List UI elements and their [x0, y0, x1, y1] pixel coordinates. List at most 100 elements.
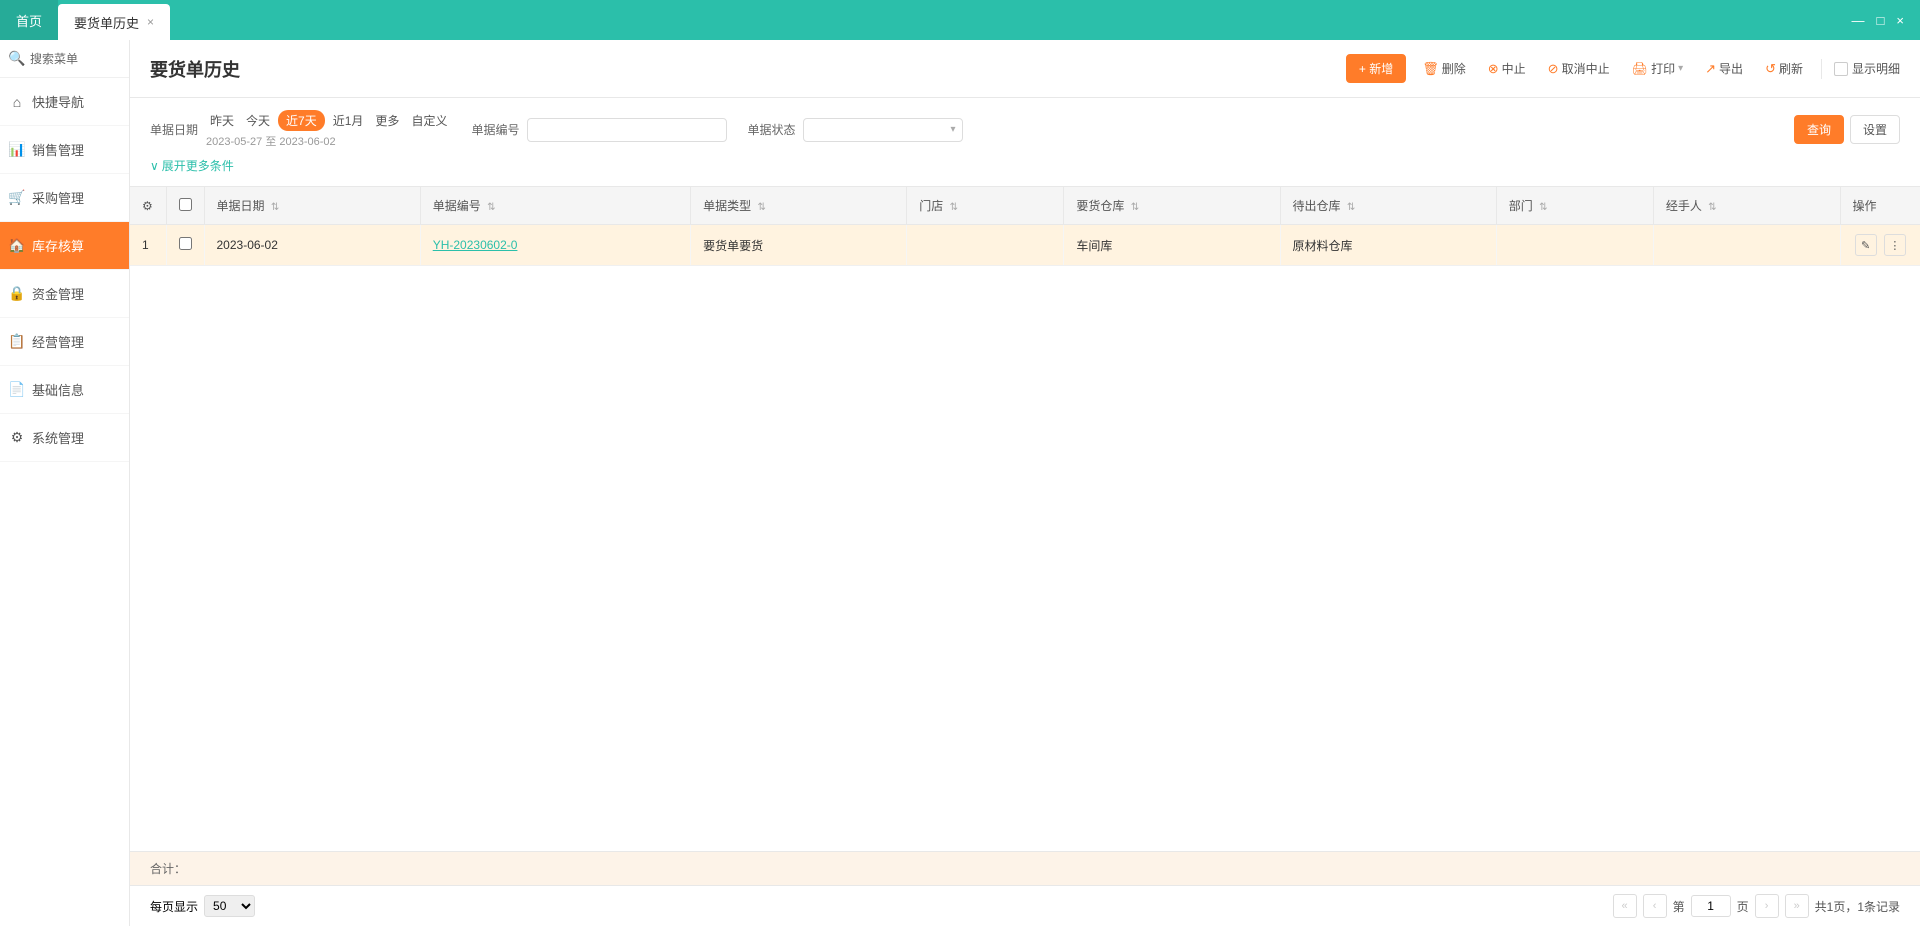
sidebar-item-purchase-mgmt[interactable]: 🛒 采购管理	[0, 174, 129, 222]
tab-home[interactable]: 首页	[0, 0, 58, 40]
sort-dept-icon[interactable]: ⇅	[1539, 202, 1547, 213]
clipboard-icon: 📋	[8, 333, 26, 350]
date-btn-1month[interactable]: 近1月	[329, 111, 368, 130]
row-checkbox[interactable]	[179, 237, 192, 250]
date-btn-today[interactable]: 今天	[242, 111, 274, 130]
filter-area: 单据日期 昨天 今天 近7天 近1月 更多 自定义 2023-05-27 至 2…	[130, 98, 1920, 187]
col-dept: 部门 ⇅	[1496, 187, 1653, 225]
sidebar-item-sales-mgmt[interactable]: 📊 销售管理	[0, 126, 129, 174]
page-title-row: 要货单历史 + 新增 🗑 删除 ⊗ 中止 ⊘ 取消中止	[150, 54, 1900, 83]
print-button-label: 打印	[1651, 60, 1675, 77]
minimize-button[interactable]: —	[1852, 13, 1865, 28]
page-label-current: 第	[1673, 898, 1685, 915]
sort-doc-no-icon[interactable]: ⇅	[487, 202, 495, 213]
top-bar: 首页 要货单历史 × — □ ×	[0, 0, 1920, 40]
page-input[interactable]	[1691, 895, 1731, 917]
row-edit-button[interactable]: ✎	[1855, 234, 1877, 256]
cell-req-warehouse: 车间库	[1064, 225, 1280, 266]
date-range-display: 2023-05-27 至 2023-06-02	[206, 133, 451, 149]
date-btn-more[interactable]: 更多	[371, 111, 403, 130]
print-button[interactable]: 🖨 打印 ▾	[1626, 56, 1690, 81]
toolbar-separator	[1821, 59, 1822, 79]
docstatus-filter-select[interactable]	[803, 118, 963, 142]
docno-filter-input[interactable]	[527, 118, 727, 142]
date-btn-7days[interactable]: 近7天	[278, 110, 325, 131]
col-doc-no: 单据编号 ⇅	[420, 187, 690, 225]
sidebar-item-quick-nav[interactable]: ⌂ 快捷导航	[0, 78, 129, 126]
col-store: 门店 ⇅	[907, 187, 1064, 225]
sidebar-item-sys-mgmt[interactable]: ⚙ 系统管理	[0, 414, 129, 462]
col-doc-type: 单据类型 ⇅	[691, 187, 907, 225]
display-detail-label: 显示明细	[1852, 60, 1900, 77]
docno-filter-label: 单据编号	[471, 121, 519, 138]
suspend-icon: ⊗	[1488, 61, 1499, 77]
sort-pending-warehouse-icon[interactable]: ⇅	[1347, 202, 1355, 213]
sidebar-item-finance-mgmt[interactable]: 🔒 资金管理	[0, 270, 129, 318]
sort-req-warehouse-icon[interactable]: ⇅	[1131, 202, 1139, 213]
sidebar-item-ops-mgmt[interactable]: 📋 经营管理	[0, 318, 129, 366]
col-doc-date: 单据日期 ⇅	[204, 187, 420, 225]
col-settings[interactable]: ⚙	[130, 187, 166, 225]
sidebar-search[interactable]: 🔍 搜索菜单	[0, 40, 129, 78]
query-button-label: 查询	[1807, 121, 1831, 138]
settings-button[interactable]: 设置	[1850, 115, 1900, 144]
page-header: 要货单历史 + 新增 🗑 删除 ⊗ 中止 ⊘ 取消中止	[130, 40, 1920, 98]
first-page-button[interactable]: «	[1613, 894, 1637, 918]
page-size-select[interactable]: 50 10 20 100	[204, 895, 255, 917]
main-layout: 🔍 搜索菜单 ⌂ 快捷导航 📊 销售管理 🛒 采购管理 🏠 库存核算 🔒 资金管…	[0, 40, 1920, 926]
suspend-button[interactable]: ⊗ 中止	[1482, 56, 1532, 81]
gear-icon: ⚙	[8, 429, 26, 446]
filter-row: 单据日期 昨天 今天 近7天 近1月 更多 自定义 2023-05-27 至 2…	[150, 110, 1900, 149]
search-icon: 🔍	[8, 50, 26, 67]
cell-store	[907, 225, 1064, 266]
display-detail-toggle[interactable]: 显示明细	[1834, 60, 1900, 77]
date-shortcuts: 昨天 今天 近7天 近1月 更多 自定义 2023-05-27 至 2023-0…	[206, 110, 451, 149]
export-button-label: 导出	[1719, 60, 1743, 77]
docno-filter-group: 单据编号	[471, 118, 727, 142]
restore-button[interactable]: □	[1877, 13, 1885, 28]
expand-more-button[interactable]: ∨ 展开更多条件	[150, 157, 1900, 174]
docstatus-filter-wrap	[803, 118, 963, 142]
refresh-button[interactable]: ↺ 刷新	[1759, 56, 1809, 81]
close-button[interactable]: ×	[1896, 13, 1904, 28]
sidebar-item-inventory-calc[interactable]: 🏠 库存核算	[0, 222, 129, 270]
table-header-row: ⚙ 单据日期 ⇅ 单据编号 ⇅ 单据类型	[130, 187, 1920, 225]
query-button[interactable]: 查询	[1794, 115, 1844, 144]
page-size-label: 每页显示	[150, 898, 198, 915]
total-info: 共1页，1条记录	[1815, 898, 1900, 915]
sort-doc-date-icon[interactable]: ⇅	[271, 202, 279, 213]
page-size-area: 每页显示 50 10 20 100	[150, 895, 255, 917]
sort-doc-type-icon[interactable]: ⇅	[757, 202, 765, 213]
prev-page-button[interactable]: ‹	[1643, 894, 1667, 918]
inventory-icon: 🏠	[8, 237, 26, 254]
cart-icon: 🛒	[8, 189, 26, 206]
print-icon: 🖨	[1632, 61, 1649, 77]
sort-handler-icon[interactable]: ⇅	[1708, 202, 1716, 213]
table-body: 1 2023-06-02 YH-20230602-0 要货单要货	[130, 225, 1920, 266]
tab-close-icon[interactable]: ×	[147, 15, 154, 29]
table-row: 1 2023-06-02 YH-20230602-0 要货单要货	[130, 225, 1920, 266]
tab-requisition-history[interactable]: 要货单历史 ×	[58, 4, 170, 40]
select-all-checkbox[interactable]	[179, 198, 192, 211]
sidebar-search-label: 搜索菜单	[30, 50, 78, 67]
export-button[interactable]: ↗ 导出	[1699, 56, 1749, 81]
delete-button[interactable]: 🗑 删除	[1416, 56, 1472, 81]
sort-store-icon[interactable]: ⇅	[950, 202, 958, 213]
display-detail-checkbox[interactable]	[1834, 62, 1848, 76]
new-button[interactable]: + 新增	[1346, 54, 1406, 83]
sidebar-item-label: 资金管理	[32, 284, 84, 303]
sidebar-item-basic-info[interactable]: 📄 基础信息	[0, 366, 129, 414]
expand-down-icon: ∨	[150, 159, 159, 173]
suspend-button-label: 中止	[1502, 60, 1526, 77]
last-page-button[interactable]: »	[1785, 894, 1809, 918]
date-btn-yesterday[interactable]: 昨天	[206, 111, 238, 130]
next-page-button[interactable]: ›	[1755, 894, 1779, 918]
home-icon: ⌂	[8, 94, 26, 110]
row-more-button[interactable]: ⋮	[1884, 234, 1906, 256]
page-label-suffix: 页	[1737, 898, 1749, 915]
cancel-suspend-button[interactable]: ⊘ 取消中止	[1542, 56, 1616, 81]
new-button-label: + 新增	[1359, 60, 1393, 77]
doc-no-link[interactable]: YH-20230602-0	[433, 238, 518, 252]
date-btn-custom[interactable]: 自定义	[407, 111, 451, 130]
col-op: 操作	[1840, 187, 1920, 225]
